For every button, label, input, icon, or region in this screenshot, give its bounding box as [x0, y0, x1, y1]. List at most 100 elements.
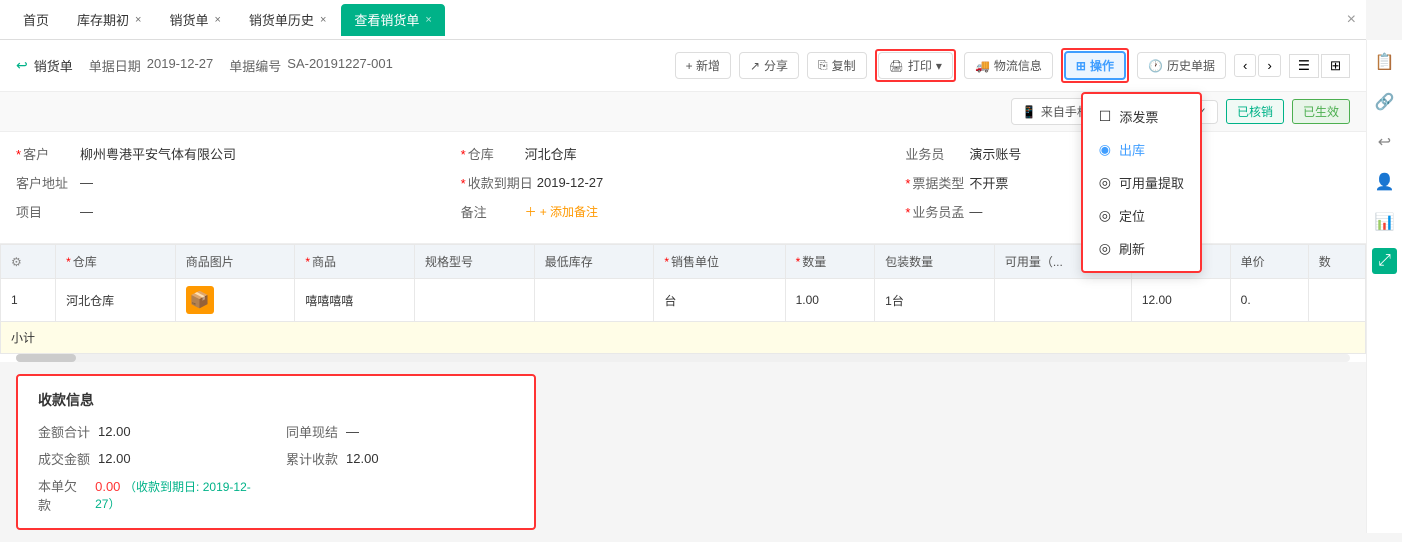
nav-arrows: ‹ › [1234, 54, 1281, 77]
staff-label: 业务员 [905, 144, 965, 163]
current-arrears-label: 本单欠款 [38, 476, 87, 514]
row-available [994, 279, 1131, 322]
cumulative-payment-value: 12.00 [346, 451, 379, 466]
doc-meta: 单据日期 2019-12-27 单据编号 SA-20191227-001 [89, 56, 393, 75]
tab-sales-history[interactable]: 销货单历史 × [236, 4, 339, 36]
customer-field: 客户 柳州粤港平安气体有限公司 [16, 144, 461, 163]
warehouse-label: 仓库 [461, 144, 521, 163]
new-button-label: + 新增 [686, 57, 720, 74]
doc-number-label: 单据编号 [229, 56, 281, 75]
link-icon[interactable]: 🔗 [1371, 88, 1399, 116]
col-product-img: 商品图片 [175, 245, 295, 279]
tab-home-label: 首页 [23, 10, 49, 29]
expand-icon[interactable]: ⤢ [1372, 248, 1397, 274]
scrollbar-thumb[interactable] [16, 354, 76, 362]
col-package-qty: 包装数量 [875, 245, 995, 279]
same-order-value: — [346, 424, 359, 439]
tab-view-sales-close[interactable]: × [425, 14, 431, 26]
history-button-label: 历史单据 [1167, 57, 1215, 74]
print-icon: 🖨 [889, 59, 904, 73]
location-item[interactable]: ◎ 定位 [1083, 199, 1200, 232]
available-extract-item[interactable]: ◎ 可用量提取 [1083, 166, 1200, 199]
chart-icon[interactable]: 📊 [1371, 208, 1399, 236]
current-arrears-value: 0.00 （收款到期日: 2019-12-27） [95, 478, 266, 512]
print-button[interactable]: 🖨 打印 ▾ [878, 52, 953, 79]
list-view-button[interactable]: ☰ [1289, 54, 1319, 78]
transaction-amount-value: 12.00 [98, 451, 131, 466]
col-quantity: 数量 [785, 245, 875, 279]
doc-title-text: 销货单 [34, 56, 73, 75]
row-product-img: 📦 [175, 279, 295, 322]
next-arrow[interactable]: › [1258, 54, 1280, 77]
project-field: 项目 — [16, 202, 461, 221]
row-min-stock [534, 279, 654, 322]
checked-badge[interactable]: 已核销 [1226, 99, 1284, 124]
warehouse-value: 河北仓库 [525, 144, 577, 163]
checkbox-icon: ☐ [1099, 108, 1112, 125]
staff-value: 演示账号 [969, 144, 1021, 163]
same-order-row: 同单现结 — [286, 422, 514, 441]
share-button[interactable]: ↗ 分享 [739, 52, 799, 79]
outbound-item[interactable]: ◉ 出库 [1083, 133, 1200, 166]
tab-home[interactable]: 首页 [10, 4, 62, 36]
add-note-button[interactable]: ＋ + 添加备注 [525, 203, 598, 220]
project-value: — [80, 204, 93, 219]
clipboard-icon[interactable]: 📋 [1371, 48, 1399, 76]
refresh-label: 刷新 [1119, 239, 1145, 258]
horizontal-scrollbar[interactable] [16, 354, 1350, 362]
copy-button[interactable]: ⎘ 复制 [807, 52, 867, 79]
history-button[interactable]: 🕐 历史单据 [1137, 52, 1226, 79]
tab-inventory-init[interactable]: 库存期初 × [64, 4, 154, 36]
payment-grid: 金额合计 12.00 同单现结 — 成交金额 12.00 累计收款 12.00 … [38, 422, 514, 514]
logistics-icon: 🚚 [975, 59, 990, 73]
user-icon[interactable]: 👤 [1371, 168, 1399, 196]
doc-title-area: ↩ 销货单 [16, 56, 73, 75]
radio-unchecked-icon-1: ◎ [1099, 174, 1111, 191]
address-field: 客户地址 — [16, 173, 461, 192]
add-invoice-label: 添发票 [1119, 107, 1158, 126]
arrears-amount: 0.00 [95, 479, 120, 494]
col-spec: 规格型号 [415, 245, 535, 279]
add-invoice-item[interactable]: ☐ 添发票 [1083, 100, 1200, 133]
total-amount-label: 金额合计 [38, 422, 90, 441]
tab-view-sales-label: 查看销货单 [354, 10, 419, 29]
tab-sales-order[interactable]: 销货单 × [156, 4, 233, 36]
doc-date-field: 单据日期 2019-12-27 [89, 56, 214, 75]
logistics-button[interactable]: 🚚 物流信息 [964, 52, 1053, 79]
prev-arrow[interactable]: ‹ [1234, 54, 1256, 77]
available-extract-label: 可用量提取 [1119, 173, 1184, 192]
customer-value: 柳州粤港平安气体有限公司 [80, 144, 236, 163]
right-sidebar: 📋 🔗 ↩ 👤 📊 ⤢ [1366, 40, 1402, 533]
refresh-item[interactable]: ◎ 刷新 [1083, 232, 1200, 265]
project-label: 项目 [16, 202, 76, 221]
ticket-type-label: 票据类型 [905, 173, 965, 192]
tab-view-sales[interactable]: 查看销货单 × [341, 4, 444, 36]
operations-button[interactable]: ⊞ 操作 [1064, 51, 1126, 80]
col-unit: 销售单位 [654, 245, 785, 279]
grid-view-button[interactable]: ⊞ [1321, 54, 1350, 78]
row-package-qty: 1台 [875, 279, 995, 322]
phone-icon: 📱 [1022, 105, 1037, 119]
print-highlight-box: 🖨 打印 ▾ [875, 49, 956, 82]
tab-sales-order-close[interactable]: × [214, 14, 220, 26]
effective-badge[interactable]: 已生效 [1292, 99, 1350, 124]
settings-icon[interactable]: ⚙ [11, 255, 22, 269]
tab-inventory-init-close[interactable]: × [135, 14, 141, 26]
note-field: 备注 ＋ + 添加备注 [461, 202, 906, 221]
row-index: 1 [1, 279, 56, 322]
tab-bar: 首页 库存期初 × 销货单 × 销货单历史 × 查看销货单 × × [0, 0, 1366, 40]
global-close-button[interactable]: × [1347, 11, 1356, 29]
operations-dropdown-menu: ☐ 添发票 ◉ 出库 ◎ 可用量提取 ◎ 定位 ◎ 刷新 [1081, 92, 1202, 273]
row-quantity: 1.00 [785, 279, 875, 322]
new-button[interactable]: + 新增 [675, 52, 731, 79]
copy-icon: ⎘ [818, 58, 828, 73]
total-amount-value: 12.00 [98, 424, 131, 439]
add-note-label: + 添加备注 [540, 203, 598, 220]
row-price: 0. [1230, 279, 1308, 322]
note-label: 备注 [461, 202, 521, 221]
current-arrears-row: 本单欠款 0.00 （收款到期日: 2019-12-27） [38, 476, 266, 514]
cumulative-payment-row: 累计收款 12.00 [286, 449, 514, 468]
payment-date-value: 2019-12-27 [537, 175, 604, 190]
return-icon[interactable]: ↩ [1374, 128, 1395, 156]
tab-sales-history-close[interactable]: × [320, 14, 326, 26]
